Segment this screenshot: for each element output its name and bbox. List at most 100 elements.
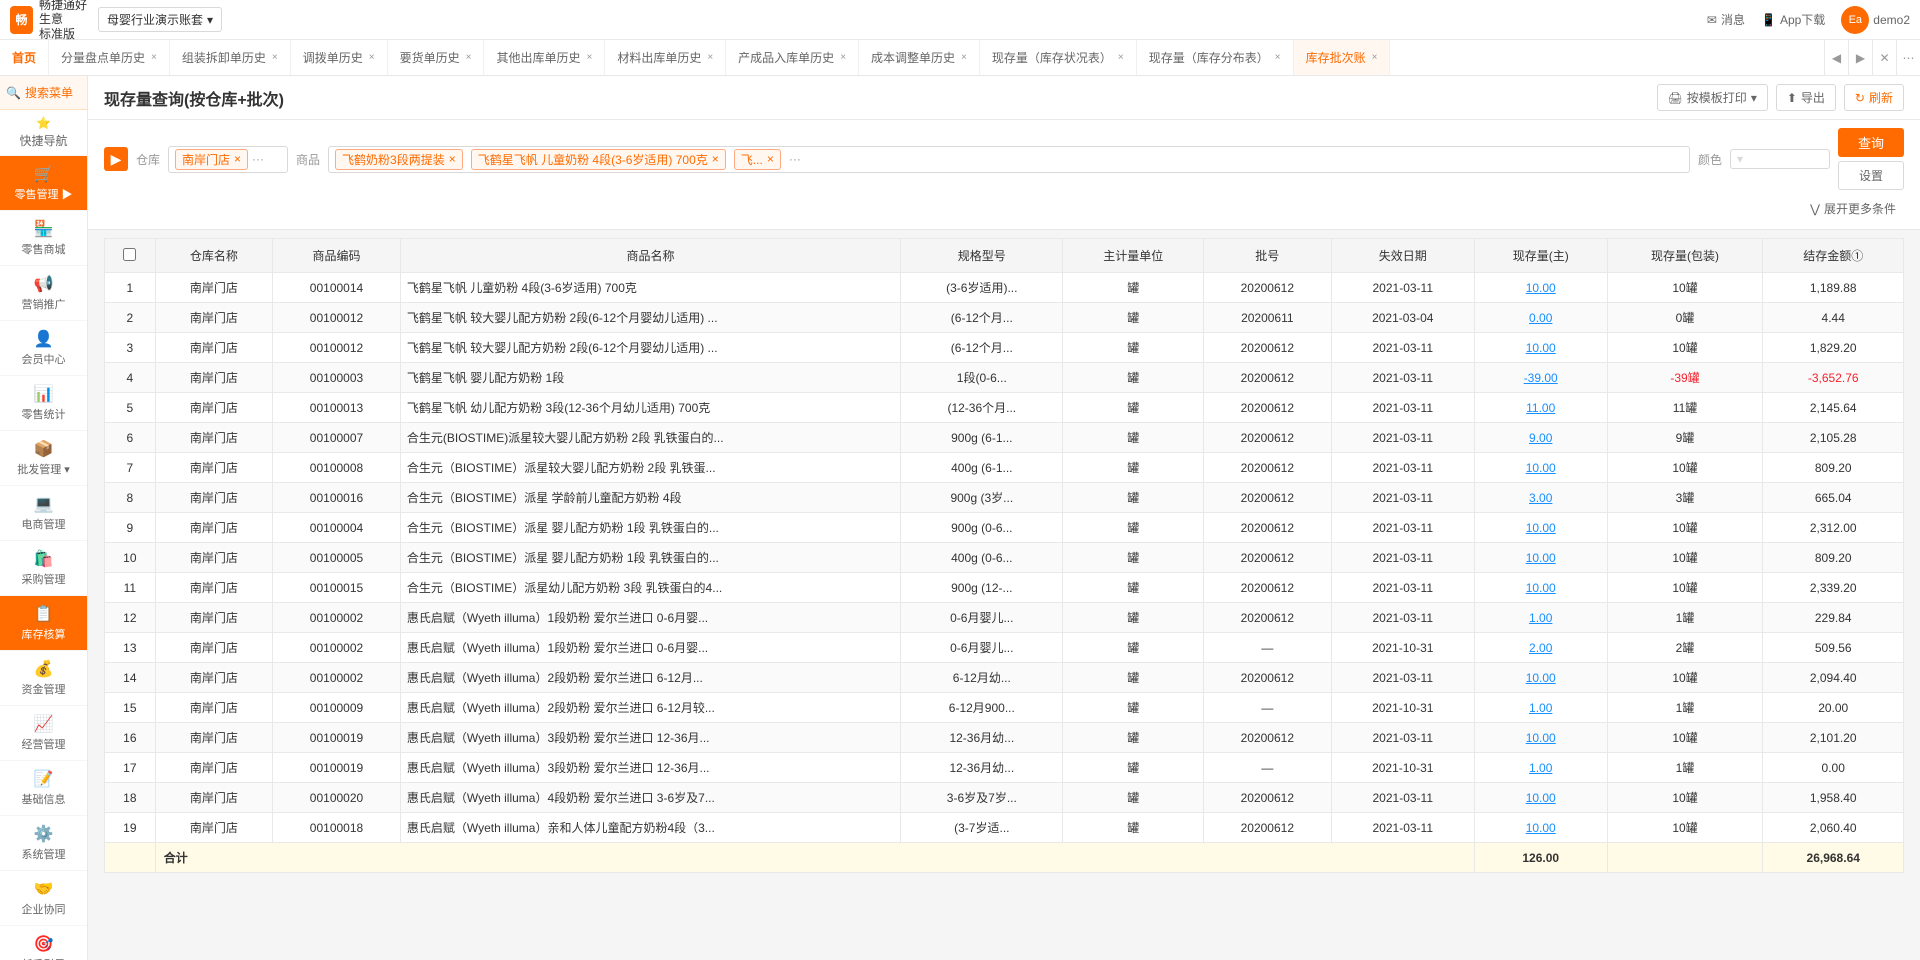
sidebar-item-system[interactable]: ⚙️ 系统管理 — [0, 816, 87, 871]
remove-product-tag-3[interactable]: × — [767, 152, 774, 166]
close-tab-1[interactable]: × — [151, 52, 157, 63]
logo-text: 畅捷通好生意 标准版 — [39, 0, 98, 41]
export-btn[interactable]: ⬆ 导出 — [1776, 84, 1836, 111]
sidebar-item-operation[interactable]: 📈 经营管理 — [0, 706, 87, 761]
tab-11[interactable]: 库存批次账 × — [1294, 40, 1391, 76]
cell-stock-main[interactable]: 11.00 — [1474, 393, 1607, 423]
sidebar-item-guide[interactable]: 🎯 新手引导 — [0, 926, 87, 960]
sidebar-item-retail-stats[interactable]: 📊 零售统计 — [0, 376, 87, 431]
sidebar-item-inventory[interactable]: 📋 库存核算 — [0, 596, 87, 651]
sidebar-item-enterprise[interactable]: 🤝 企业协同 — [0, 871, 87, 926]
sidebar-item-basic[interactable]: 📝 基础信息 — [0, 761, 87, 816]
nav-next[interactable]: ▶ — [1848, 40, 1872, 76]
cell-code: 00100020 — [273, 783, 401, 813]
sidebar-item-retail-mgmt[interactable]: 🛒 零售管理 ▶ — [0, 156, 87, 211]
close-tab-4[interactable]: × — [466, 52, 472, 63]
cell-stock-main[interactable]: -39.00 — [1474, 363, 1607, 393]
cell-warehouse: 南岸门店 — [155, 423, 272, 453]
account-dropdown[interactable]: 母婴行业演示账套 ▾ — [98, 7, 222, 32]
cell-stock-main[interactable]: 1.00 — [1474, 603, 1607, 633]
refresh-btn[interactable]: ↻ 刷新 — [1844, 84, 1904, 111]
nav-close-all[interactable]: ✕ — [1872, 40, 1896, 76]
close-tab-10[interactable]: × — [1275, 52, 1281, 63]
nav-more[interactable]: ⋯ — [1896, 40, 1920, 76]
warehouse-input[interactable]: 南岸门店 × ··· — [168, 146, 288, 173]
main-layout: 🔍 搜索菜单 ⭐ 快捷导航 🛒 零售管理 ▶ 🏪 零售商城 📢 营销推广 👤 会… — [0, 76, 1920, 960]
cell-stock-main[interactable]: 10.00 — [1474, 333, 1607, 363]
cell-index: 3 — [105, 333, 156, 363]
close-tab-8[interactable]: × — [961, 52, 967, 63]
cell-stock-main[interactable]: 10.00 — [1474, 273, 1607, 303]
close-tab-3[interactable]: × — [369, 52, 375, 63]
tab-7[interactable]: 产成品入库单历史 × — [726, 40, 859, 76]
cell-stock-main[interactable]: 2.00 — [1474, 633, 1607, 663]
sidebar-item-ecommerce[interactable]: 💻 电商管理 — [0, 486, 87, 541]
cell-index: 4 — [105, 363, 156, 393]
cell-stock-main[interactable]: 1.00 — [1474, 753, 1607, 783]
sidebar-item-purchase[interactable]: 🛍️ 采购管理 — [0, 541, 87, 596]
close-tab-7[interactable]: × — [840, 52, 846, 63]
select-all-checkbox[interactable] — [123, 248, 136, 261]
close-tab-2[interactable]: × — [272, 52, 278, 63]
tab-2[interactable]: 组装拆卸单历史 × — [170, 40, 291, 76]
tab-4[interactable]: 要货单历史 × — [388, 40, 485, 76]
sidebar-item-member-center[interactable]: 👤 会员中心 — [0, 321, 87, 376]
product-input[interactable]: 飞鹤奶粉3段两提装 × 飞鹤星飞帆 儿童奶粉 4段(3-6岁适用) 700克 ×… — [328, 146, 1690, 173]
remove-product-tag-2[interactable]: × — [712, 152, 719, 166]
cell-expiry: 2021-03-11 — [1331, 543, 1474, 573]
tab-6[interactable]: 材料出库单历史 × — [605, 40, 726, 76]
cell-stock-main[interactable]: 9.00 — [1474, 423, 1607, 453]
cell-stock-main[interactable]: 3.00 — [1474, 483, 1607, 513]
cell-stock-main[interactable]: 10.00 — [1474, 573, 1607, 603]
cell-expiry: 2021-03-11 — [1331, 663, 1474, 693]
remove-product-tag-1[interactable]: × — [449, 152, 456, 166]
cell-stock-main[interactable]: 10.00 — [1474, 723, 1607, 753]
tab-home[interactable]: 首页 — [0, 40, 49, 76]
tab-3[interactable]: 调拨单历史 × — [291, 40, 388, 76]
search-menu-btn[interactable]: 🔍 搜索菜单 — [0, 76, 87, 110]
cell-spec: 1段(0-6... — [901, 363, 1063, 393]
sidebar-item-retail-store[interactable]: 🏪 零售商城 — [0, 211, 87, 266]
close-tab-9[interactable]: × — [1118, 52, 1124, 63]
close-tab-11[interactable]: × — [1372, 52, 1378, 63]
cell-stock-main[interactable]: 10.00 — [1474, 783, 1607, 813]
sidebar-item-finance[interactable]: 💰 资金管理 — [0, 651, 87, 706]
message-btn[interactable]: ✉ 消息 — [1707, 11, 1745, 28]
tab-1[interactable]: 分量盘点单历史 × — [49, 40, 170, 76]
cell-stock-main[interactable]: 10.00 — [1474, 453, 1607, 483]
cell-code: 00100002 — [273, 663, 401, 693]
tab-8[interactable]: 成本调整单历史 × — [859, 40, 980, 76]
cell-stock-main[interactable]: 1.00 — [1474, 693, 1607, 723]
cell-batch: 20200611 — [1203, 303, 1331, 333]
close-tab-5[interactable]: × — [586, 52, 592, 63]
remove-warehouse-tag[interactable]: × — [234, 152, 241, 166]
cell-stock-main[interactable]: 10.00 — [1474, 543, 1607, 573]
quick-nav-btn[interactable]: ⭐ 快捷导航 — [0, 110, 87, 156]
color-input[interactable]: ▾ — [1730, 149, 1830, 169]
sidebar-item-marketing[interactable]: 📢 营销推广 — [0, 266, 87, 321]
cell-stock-main[interactable]: 0.00 — [1474, 303, 1607, 333]
cell-unit: 罐 — [1063, 393, 1203, 423]
sidebar-item-wholesale[interactable]: 📦 批发管理 ▾ — [0, 431, 87, 486]
settings-btn[interactable]: 设置 — [1838, 161, 1904, 190]
query-btn[interactable]: 查询 — [1838, 128, 1904, 157]
tab-5[interactable]: 其他出库单历史 × — [484, 40, 605, 76]
cell-stock-main[interactable]: 10.00 — [1474, 813, 1607, 843]
cell-stock-main[interactable]: 10.00 — [1474, 663, 1607, 693]
filter-toggle-btn[interactable]: ▶ — [104, 147, 128, 171]
close-tab-6[interactable]: × — [707, 52, 713, 63]
cell-warehouse: 南岸门店 — [155, 663, 272, 693]
cell-code: 00100007 — [273, 423, 401, 453]
expand-conditions-btn[interactable]: ⋁ 展开更多条件 — [1802, 196, 1904, 221]
template-print-btn[interactable]: 🖨 按模板打印 ▾ — [1657, 84, 1768, 111]
cell-balance: 2,339.20 — [1763, 573, 1904, 603]
tab-10[interactable]: 现存量（库存分布表）× — [1137, 40, 1294, 76]
cell-stock-main[interactable]: 10.00 — [1474, 513, 1607, 543]
color-label: 颜色 — [1698, 151, 1722, 168]
nav-prev[interactable]: ◀ — [1824, 40, 1848, 76]
app-download-btn[interactable]: 📱 App下载 — [1761, 11, 1825, 28]
tab-9[interactable]: 现存量（库存状况表）× — [980, 40, 1137, 76]
table-row: 13 南岸门店 00100002 惠氏启赋（Wyeth illuma）1段奶粉 … — [105, 633, 1904, 663]
retail-store-icon: 🏪 — [34, 219, 54, 239]
user-menu[interactable]: Ea demo2 — [1841, 6, 1910, 34]
